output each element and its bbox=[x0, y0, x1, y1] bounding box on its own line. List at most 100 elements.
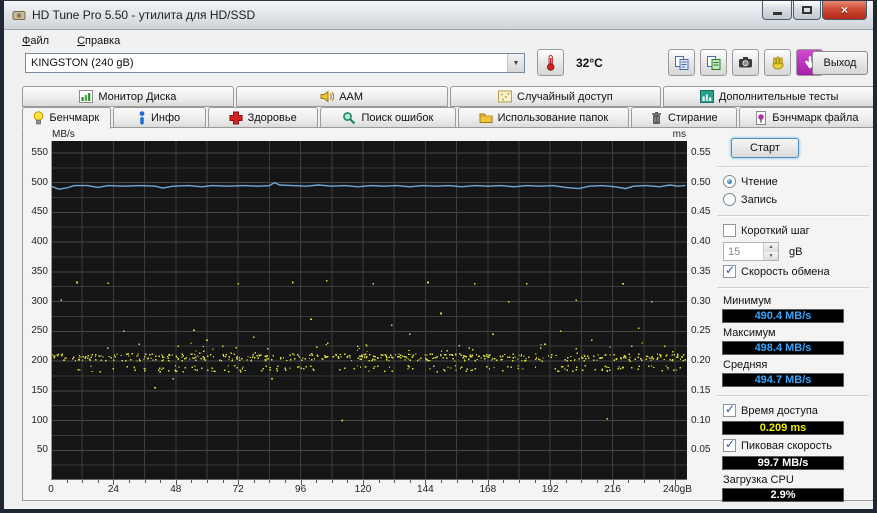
x-axis-tick: 96 bbox=[295, 484, 307, 495]
write-radio-label: Запись bbox=[741, 193, 778, 206]
tab-error-scan[interactable]: Поиск ошибок bbox=[319, 107, 456, 128]
x-axis-tick: 120 bbox=[354, 484, 372, 495]
y-axis-right-tick: 0.05 bbox=[691, 444, 711, 456]
cpu-usage-label: Загрузка CPU bbox=[723, 474, 794, 486]
tab-disk-monitor[interactable]: Монитор Диска bbox=[22, 86, 234, 107]
radio-unselected-icon bbox=[723, 193, 736, 206]
y-axis-left-tick: 400 bbox=[31, 236, 48, 248]
y-axis-left-unit: MB/s bbox=[52, 129, 75, 140]
avg-value: 494.7 MB/s bbox=[722, 373, 844, 387]
chevron-down-icon[interactable]: ▼ bbox=[507, 54, 524, 72]
tab-info[interactable]: Инфо bbox=[112, 107, 206, 128]
temperature-button[interactable] bbox=[537, 49, 564, 76]
short-stride-label: Короткий шаг bbox=[741, 224, 810, 237]
file-benchmark-icon bbox=[755, 110, 767, 125]
tab-folder-usage[interactable]: Использование папок bbox=[457, 107, 629, 128]
x-axis-tick: 72 bbox=[232, 484, 244, 495]
tab-aam[interactable]: AAM bbox=[235, 86, 448, 107]
hand-icon bbox=[770, 55, 786, 71]
access-time-checkbox[interactable]: Время доступа bbox=[723, 402, 869, 418]
lightbulb-icon bbox=[33, 111, 44, 125]
y-axis-right-tick: 0.40 bbox=[691, 236, 711, 248]
y-axis-left-tick: 450 bbox=[31, 206, 48, 218]
copy-to-file-button[interactable] bbox=[700, 49, 727, 76]
benchmark-tab-content: MB/s ms Старт Чтение Запись Короткий шаг bbox=[22, 127, 873, 502]
write-radio[interactable]: Запись bbox=[723, 192, 869, 207]
read-radio[interactable]: Чтение bbox=[723, 174, 869, 189]
y-axis-right-tick: 0.55 bbox=[691, 146, 711, 158]
min-value: 490.4 MB/s bbox=[722, 309, 844, 323]
y-axis-left-tick: 150 bbox=[31, 384, 48, 396]
y-axis-left-tick: 100 bbox=[31, 414, 48, 426]
copy-clipboard-button[interactable] bbox=[668, 49, 695, 76]
tab-benchmark[interactable]: Бенчмарк bbox=[22, 107, 111, 129]
spin-up-icon[interactable]: ▲ bbox=[764, 243, 778, 252]
tab-label: Стирание bbox=[667, 111, 718, 124]
x-axis-last-tick: 240gB bbox=[663, 484, 692, 495]
window-title: HD Tune Pro 5.50 - утилита для HD/SSD bbox=[32, 8, 256, 22]
checkbox-unchecked-icon bbox=[723, 224, 736, 237]
tab-random-access[interactable]: Случайный доступ bbox=[449, 86, 662, 107]
burst-rate-checkbox[interactable]: Пиковая скорость bbox=[723, 437, 869, 453]
menu-file[interactable]: Файл bbox=[18, 33, 53, 49]
burst-rate-label: Пиковая скорость bbox=[741, 439, 833, 452]
y-axis-right-tick: 0.15 bbox=[691, 384, 711, 396]
camera-icon bbox=[738, 55, 754, 70]
tab-file-benchmark[interactable]: Бэнчмарк файла bbox=[738, 107, 873, 128]
toolbar: KINGSTON (240 gB) ▼ 32°C Выход bbox=[4, 49, 873, 87]
radio-selected-icon bbox=[723, 175, 736, 188]
x-axis-tick: 216 bbox=[604, 484, 621, 495]
menubar: Файл Справка bbox=[4, 31, 873, 51]
minimize-button[interactable] bbox=[762, 1, 792, 20]
read-radio-label: Чтение bbox=[741, 175, 778, 188]
exit-button[interactable]: Выход bbox=[812, 51, 868, 75]
close-button[interactable]: × bbox=[822, 1, 867, 20]
tab-health[interactable]: Здоровье bbox=[207, 107, 318, 128]
checkbox-checked-icon bbox=[723, 437, 736, 452]
x-axis-tick: 192 bbox=[541, 484, 559, 495]
tabs-main: Бенчмарк Инфо Здоровье Поиск ошибок Испо… bbox=[22, 107, 873, 129]
tab-label: Использование папок bbox=[497, 111, 609, 124]
app-window: HD Tune Pro 5.50 - утилита для HD/SSD × … bbox=[0, 0, 877, 513]
extra-tests-icon bbox=[699, 90, 714, 103]
tab-label: Бэнчмарк файла bbox=[772, 111, 859, 124]
burst-rate-value: 99.7 MB/s bbox=[722, 456, 844, 470]
y-axis-right-unit: ms bbox=[672, 129, 686, 140]
y-axis-left-tick: 250 bbox=[31, 325, 48, 337]
temperature-value: 32°C bbox=[576, 56, 603, 70]
y-axis-left-tick: 550 bbox=[31, 146, 48, 158]
benchmark-chart bbox=[51, 141, 687, 480]
tab-label: Здоровье bbox=[247, 111, 297, 124]
stride-size-value: 15 bbox=[728, 246, 741, 258]
start-button[interactable]: Старт bbox=[731, 138, 799, 158]
menu-help[interactable]: Справка bbox=[73, 33, 124, 49]
y-axis-right-tick: 0.10 bbox=[691, 414, 711, 426]
spinner-arrows[interactable]: ▲ ▼ bbox=[763, 243, 778, 260]
speaker-icon bbox=[320, 90, 335, 103]
disk-monitor-icon bbox=[79, 90, 94, 103]
divider bbox=[717, 395, 869, 397]
y-axis-left-tick: 350 bbox=[31, 265, 48, 277]
y-axis-right-tick: 0.20 bbox=[691, 355, 711, 367]
magnifier-icon bbox=[342, 111, 356, 125]
hand-tool-button[interactable] bbox=[764, 49, 791, 76]
short-stride-checkbox[interactable]: Короткий шаг bbox=[723, 223, 869, 238]
spin-down-icon[interactable]: ▼ bbox=[764, 251, 778, 260]
x-axis-tick: 168 bbox=[479, 484, 497, 495]
tab-label: Поиск ошибок bbox=[361, 111, 434, 124]
stride-size-input[interactable]: 15 ▲ ▼ bbox=[723, 242, 779, 261]
avg-label: Средняя bbox=[723, 359, 768, 371]
maximize-button[interactable] bbox=[793, 1, 821, 20]
tab-label: Бенчмарк bbox=[49, 112, 100, 124]
x-axis-tick: 48 bbox=[170, 484, 182, 495]
tab-extra-tests[interactable]: Дополнительные тесты bbox=[663, 86, 873, 107]
y-axis-right-tick: 0.35 bbox=[691, 265, 711, 277]
screenshot-button[interactable] bbox=[732, 49, 759, 76]
drive-select[interactable]: KINGSTON (240 gB) ▼ bbox=[25, 53, 525, 73]
tab-label: Инфо bbox=[150, 111, 181, 124]
drive-select-value: KINGSTON (240 gB) bbox=[31, 57, 134, 69]
tab-erase[interactable]: Стирание bbox=[630, 107, 737, 128]
copy-file-icon bbox=[706, 55, 722, 71]
app-disk-icon bbox=[12, 8, 26, 22]
transfer-rate-checkbox[interactable]: Скорость обмена bbox=[723, 263, 869, 279]
